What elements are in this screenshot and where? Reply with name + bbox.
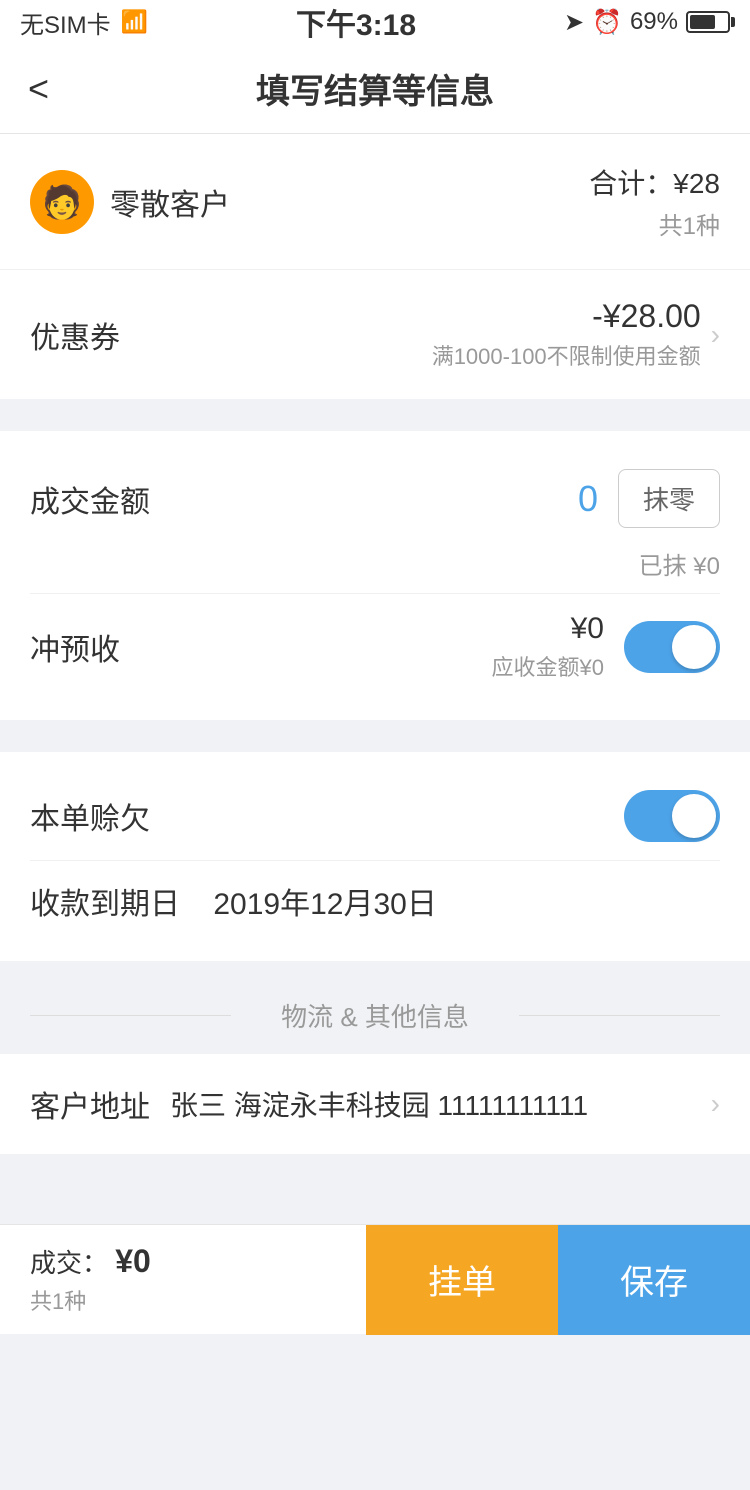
save-button[interactable]: 保存	[558, 1225, 750, 1335]
prepayment-label: 冲预收	[30, 625, 120, 669]
credit-label: 本单赊欠	[30, 794, 150, 838]
customer-row: 🧑 零散客户 合计：¥28 共1种	[0, 134, 750, 269]
address-chevron-icon: ›	[711, 1088, 720, 1120]
prepayment-main-amount: ¥0	[492, 612, 604, 646]
location-icon: ➤	[564, 8, 584, 37]
back-button[interactable]: <	[28, 68, 49, 110]
bottom-deal-amount: ¥0	[115, 1243, 151, 1279]
total-count: 共1种	[589, 206, 720, 241]
transaction-sub: 已抹 ¥0	[30, 546, 720, 593]
bottom-count: 共1种	[30, 1284, 336, 1316]
transaction-section: 成交金额 抹零 已抹 ¥0 冲预收 ¥0 应收金额¥0	[0, 431, 750, 720]
wifi-icon: 📶	[121, 9, 148, 35]
prepayment-toggle[interactable]	[624, 621, 720, 673]
bottom-bar: 成交： ¥0 共1种 挂单 保存	[0, 1224, 750, 1334]
page-title: 填写结算等信息	[256, 64, 494, 113]
prepayment-amount-area: ¥0 应收金额¥0	[492, 612, 604, 682]
customer-name: 零散客户	[110, 180, 230, 224]
bottom-info: 成交： ¥0 共1种	[0, 1243, 366, 1316]
address-label: 客户地址	[30, 1082, 150, 1126]
coupon-right: -¥28.00 满1000-100不限制使用金额 ›	[432, 298, 720, 371]
logistics-divider: 物流 & 其他信息	[0, 977, 750, 1054]
due-date-text: 收款到期日 2019年12月30日	[30, 888, 437, 921]
carrier-text: 无SIM卡	[20, 5, 111, 40]
status-right: ➤ ⏰ 69%	[564, 8, 730, 37]
coupon-label: 优惠券	[30, 313, 120, 357]
prepayment-sub-amount: 应收金额¥0	[492, 650, 604, 682]
credit-toggle-knob	[672, 794, 716, 838]
toggle-knob	[672, 625, 716, 669]
due-date-value: 2019年12月30日	[213, 888, 436, 921]
coupon-desc: 满1000-100不限制使用金额	[432, 339, 701, 371]
chevron-right-icon: ›	[711, 319, 720, 351]
transaction-input[interactable]	[518, 478, 598, 520]
hold-button[interactable]: 挂单	[366, 1225, 558, 1335]
status-time: 下午3:18	[296, 0, 416, 44]
credit-section: 本单赊欠 收款到期日 2019年12月30日	[0, 752, 750, 961]
round-button[interactable]: 抹零	[618, 469, 720, 528]
coupon-row[interactable]: 优惠券 -¥28.00 满1000-100不限制使用金额 ›	[0, 269, 750, 399]
transaction-label: 成交金额	[30, 477, 150, 521]
customer-summary: 合计：¥28 共1种	[589, 162, 720, 241]
section-divider-2	[0, 736, 750, 752]
prepayment-right: ¥0 应收金额¥0	[492, 612, 720, 682]
already-rounded-text: 已抹 ¥0	[639, 546, 720, 581]
battery-icon	[686, 11, 730, 33]
section-divider-1	[0, 415, 750, 431]
address-section[interactable]: 客户地址 张三 海淀永丰科技园 11111111111 ›	[0, 1054, 750, 1154]
avatar: 🧑	[30, 170, 94, 234]
customer-card: 🧑 零散客户 合计：¥28 共1种 优惠券 -¥28.00 满1000-100不…	[0, 134, 750, 399]
due-date-row: 收款到期日 2019年12月30日	[30, 860, 720, 941]
coupon-value-area: -¥28.00 满1000-100不限制使用金额	[432, 298, 701, 371]
bottom-deal-label: 成交：	[30, 1248, 108, 1278]
battery-percent: 69%	[630, 8, 678, 36]
bottom-deal-row: 成交： ¥0	[30, 1243, 336, 1280]
credit-toggle[interactable]	[624, 790, 720, 842]
status-left: 无SIM卡 📶	[20, 5, 148, 40]
nav-bar: < 填写结算等信息	[0, 44, 750, 134]
coupon-amount: -¥28.00	[432, 298, 701, 335]
logistics-label: 物流 & 其他信息	[281, 997, 469, 1034]
avatar-icon: 🧑	[42, 183, 82, 221]
prepayment-row: 冲预收 ¥0 应收金额¥0	[30, 593, 720, 700]
transaction-row: 成交金额 抹零	[30, 451, 720, 546]
address-value: 张三 海淀永丰科技园 11111111111	[150, 1084, 711, 1124]
due-date-label: 收款到期日	[30, 888, 180, 921]
alarm-icon: ⏰	[592, 8, 622, 37]
credit-row: 本单赊欠	[30, 772, 720, 860]
total-amount: 合计：¥28	[589, 162, 720, 202]
transaction-right: 抹零	[518, 469, 720, 528]
customer-left: 🧑 零散客户	[30, 170, 230, 234]
status-bar: 无SIM卡 📶 下午3:18 ➤ ⏰ 69%	[0, 0, 750, 44]
